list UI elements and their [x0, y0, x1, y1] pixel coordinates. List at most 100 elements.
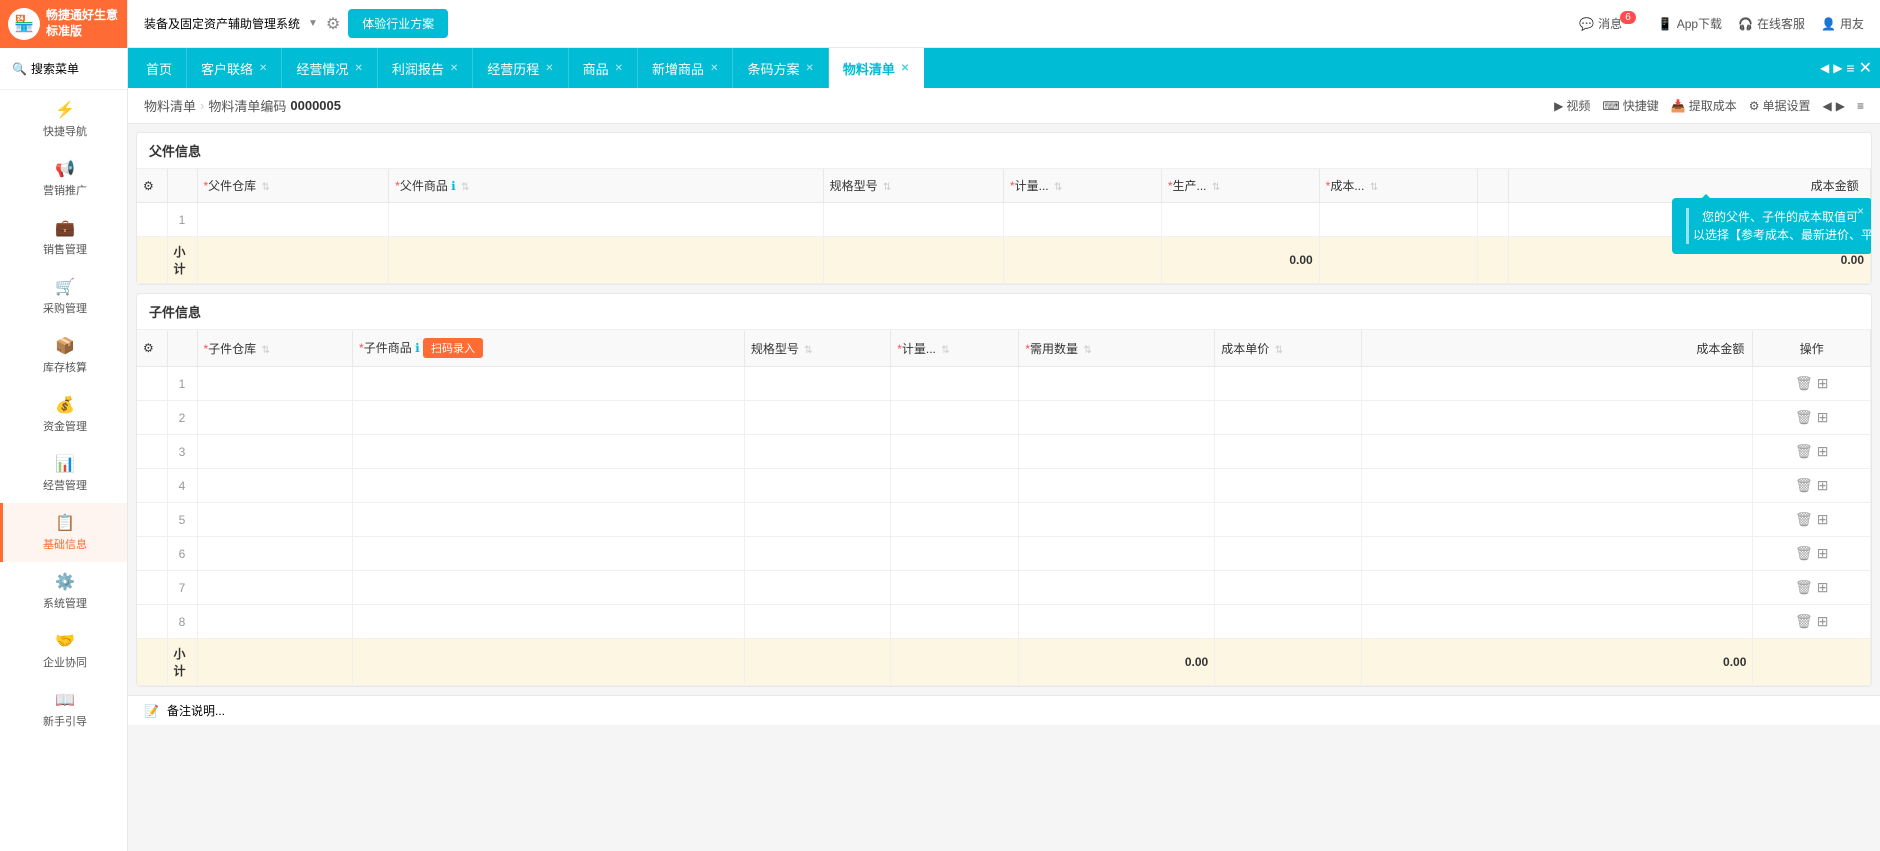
sidebar-item-guide[interactable]: 📖 新手引导 [0, 680, 127, 739]
settings-icon[interactable]: ⚙ [326, 14, 340, 34]
next-arrow[interactable]: ▶ [1836, 99, 1845, 113]
shortcuts-button[interactable]: ⌨ 快捷键 [1602, 97, 1658, 114]
parent-table: ⚙ *父件仓库 ⇅ *父件商品 ℹ ⇅ [137, 169, 1871, 284]
delete-icon[interactable]: 🗑 [1795, 409, 1813, 426]
extract-icon: 📥 [1671, 99, 1686, 113]
header-actions: ▶ 视频 ⌨ 快捷键 📥 提取成本 ⚙ 单据设置 ◀ ▶ [1554, 97, 1864, 114]
parent-col-spec: 规格型号 ⇅ [823, 169, 1003, 203]
try-button[interactable]: 体验行业方案 [348, 9, 448, 38]
tab-nav-right-icon[interactable]: ▶ [1833, 61, 1842, 75]
logo-text: 畅捷通好生意 标准版 [46, 8, 118, 39]
tab-ops-status[interactable]: 经营情况 ✕ [282, 48, 377, 88]
single-settings-button[interactable]: ⚙ 单据设置 [1749, 97, 1811, 114]
tab-barcode[interactable]: 条码方案 ✕ [733, 48, 828, 88]
info-icon-parent[interactable]: ℹ [451, 179, 456, 193]
child-col-row-num [167, 330, 197, 367]
tab-goods[interactable]: 商品 ✕ [569, 48, 638, 88]
system-icon: ⚙️ [55, 572, 75, 592]
table-row: 4 🗑 ⊞ [137, 469, 1871, 503]
tab-close-new-goods[interactable]: ✕ [710, 63, 718, 74]
child-section-title: 子件信息 [137, 294, 1871, 330]
info-icon-child[interactable]: ℹ [415, 341, 420, 355]
tab-close-ops-status[interactable]: ✕ [354, 63, 362, 74]
sidebar-item-basic[interactable]: 📋 基础信息 [0, 503, 127, 562]
app-download-button[interactable]: 📱 App下载 [1658, 15, 1722, 32]
copy-icon[interactable]: ⊞ [1817, 511, 1829, 528]
copy-icon[interactable]: ⊞ [1817, 477, 1829, 494]
tab-nav-left-icon[interactable]: ◀ [1820, 61, 1829, 75]
copy-icon[interactable]: ⊞ [1817, 579, 1829, 596]
nav-arrows: ◀ ▶ [1823, 99, 1845, 113]
marketing-icon: 📢 [55, 159, 75, 179]
sidebar-logo: 🏪 畅捷通好生意 标准版 [0, 0, 127, 48]
scan-button[interactable]: 扫码录入 [423, 338, 483, 358]
sidebar-item-finance[interactable]: 💰 资金管理 [0, 385, 127, 444]
phone-icon: 📱 [1658, 17, 1673, 31]
system-dropdown-icon[interactable]: ▼ [308, 18, 318, 29]
user-menu[interactable]: 👤 用友 [1821, 15, 1864, 32]
tab-home[interactable]: 首页 [132, 48, 187, 88]
delete-icon[interactable]: 🗑 [1795, 579, 1813, 596]
tab-ops-history[interactable]: 经营历程 ✕ [473, 48, 568, 88]
tab-close-barcode[interactable]: ✕ [805, 63, 813, 74]
bottom-note-label: 备注说明... [167, 702, 225, 719]
copy-icon[interactable]: ⊞ [1817, 409, 1829, 426]
tab-close-goods[interactable]: ✕ [615, 63, 623, 74]
delete-icon[interactable]: 🗑 [1795, 545, 1813, 562]
tab-new-goods[interactable]: 新增商品 ✕ [638, 48, 733, 88]
copy-icon[interactable]: ⊞ [1817, 613, 1829, 630]
extract-cost-button[interactable]: 📥 提取成本 [1671, 97, 1737, 114]
bottom-icon: 📝 [144, 704, 159, 718]
tab-close-all-icon[interactable]: ✕ [1859, 58, 1872, 78]
child-col-warehouse: *子件仓库 ⇅ [197, 330, 353, 367]
copy-icon[interactable]: ⊞ [1817, 443, 1829, 460]
child-col-settings[interactable]: ⚙ [137, 330, 167, 367]
sidebar-item-quick-nav[interactable]: ⚡ 快捷导航 [0, 90, 127, 149]
table-row: 3 🗑 ⊞ [137, 435, 1871, 469]
logo-icon: 🏪 [8, 8, 40, 40]
online-service-button[interactable]: 🎧 在线客服 [1738, 15, 1805, 32]
tab-close-profit[interactable]: ✕ [450, 63, 458, 74]
sidebar-search[interactable]: 🔍 搜索菜单 [0, 48, 127, 90]
video-button[interactable]: ▶ 视频 [1554, 97, 1590, 114]
user-icon: 👤 [1821, 17, 1836, 31]
message-button[interactable]: 💬 消息 6 [1579, 15, 1642, 32]
sidebar-item-collab[interactable]: 🤝 企业协同 [0, 621, 127, 680]
child-section: 子件信息 ⚙ *子件仓库 ⇅ *子件商品 ℹ [136, 293, 1872, 687]
sidebar-item-purchase[interactable]: 🛒 采购管理 [0, 267, 127, 326]
tooltip-popup: × 您的父件、子件的成本取值可 以选择【参考成本、最新进价、平均成本】 [1672, 198, 1871, 254]
sidebar-item-system[interactable]: ⚙️ 系统管理 [0, 562, 127, 621]
bottom-bar: 📝 备注说明... [128, 695, 1880, 725]
breadcrumb-bom[interactable]: 物料清单 [144, 96, 196, 115]
sales-icon: 💼 [55, 218, 75, 238]
tab-menu-icon[interactable]: ≡ [1846, 60, 1854, 76]
tab-customers[interactable]: 客户联络 ✕ [187, 48, 282, 88]
sidebar-item-marketing[interactable]: 📢 营销推广 [0, 149, 127, 208]
tab-bom[interactable]: 物料清单 ✕ [829, 48, 924, 88]
tab-profit[interactable]: 利润报告 ✕ [378, 48, 473, 88]
tooltip-close-button[interactable]: × [1857, 202, 1864, 220]
delete-icon[interactable]: 🗑 [1795, 477, 1813, 494]
tab-close-bom[interactable]: ✕ [901, 63, 909, 74]
topbar: 装备及固定资产辅助管理系统 ▼ ⚙ 体验行业方案 💬 消息 6 📱 App下载 … [128, 0, 1880, 48]
sidebar-item-inventory[interactable]: 📦 库存核算 [0, 326, 127, 385]
sidebar-item-ops[interactable]: 📊 经营管理 [0, 444, 127, 503]
parent-col-settings[interactable]: ⚙ [137, 169, 167, 203]
table-row: 6 🗑 ⊞ [137, 537, 1871, 571]
prev-arrow[interactable]: ◀ [1823, 99, 1832, 113]
copy-icon[interactable]: ⊞ [1817, 375, 1829, 392]
child-col-spec: 规格型号 ⇅ [744, 330, 890, 367]
parent-col-goods: *父件商品 ℹ ⇅ [389, 169, 823, 203]
delete-icon[interactable]: 🗑 [1795, 613, 1813, 630]
delete-icon[interactable]: 🗑 [1795, 375, 1813, 392]
page-header: 物料清单 › 物料清单编码 0000005 ▶ 视频 ⌨ 快捷键 📥 提取成本 [128, 88, 1880, 124]
tab-close-ops-history[interactable]: ✕ [545, 63, 553, 74]
copy-icon[interactable]: ⊞ [1817, 545, 1829, 562]
view-toggle-icon[interactable]: ≡ [1857, 99, 1864, 113]
delete-icon[interactable]: 🗑 [1795, 443, 1813, 460]
finance-icon: 💰 [55, 395, 75, 415]
delete-icon[interactable]: 🗑 [1795, 511, 1813, 528]
tab-close-customers[interactable]: ✕ [259, 63, 267, 74]
sidebar-item-sales[interactable]: 💼 销售管理 [0, 208, 127, 267]
tabbar: 首页 客户联络 ✕ 经营情况 ✕ 利润报告 ✕ 经营历程 ✕ 商品 ✕ 新增商品… [128, 48, 1880, 88]
